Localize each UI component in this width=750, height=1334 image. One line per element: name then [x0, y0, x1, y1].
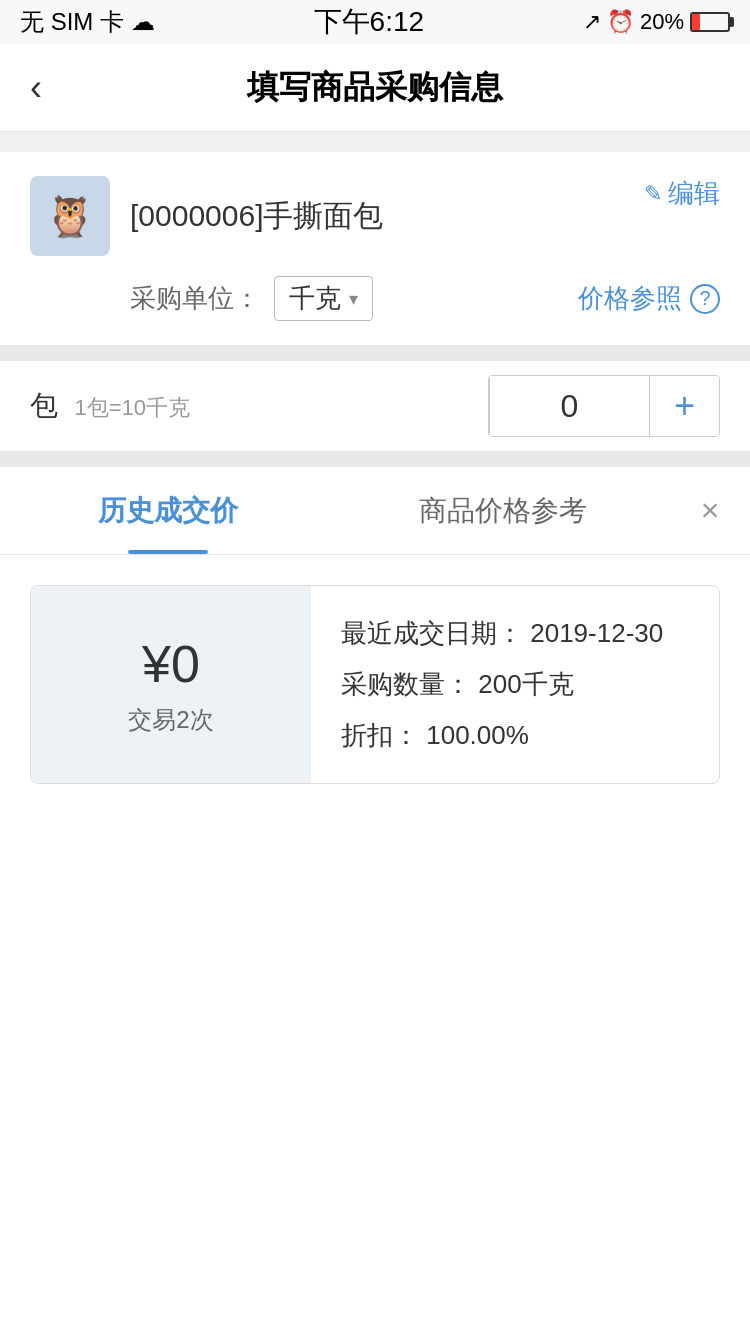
content-fill — [0, 814, 750, 1334]
divider-1 — [0, 345, 750, 361]
sim-label: 无 SIM 卡 ☁ — [20, 6, 155, 38]
product-unit-row: 采购单位： 千克 ▾ 价格参照 ? — [30, 276, 720, 321]
transaction-card: ¥0 交易2次 最近成交日期： 2019-12-30 采购数量： 200千克 折… — [30, 585, 720, 784]
battery-icon — [690, 12, 730, 32]
discount-value: 100.00% — [426, 720, 529, 750]
purchase-qty-value: 200千克 — [478, 669, 573, 699]
transaction-details: 最近成交日期： 2019-12-30 采购数量： 200千克 折扣： 100.0… — [311, 586, 719, 783]
unit-label: 采购单位： — [130, 283, 260, 313]
divider-2 — [0, 451, 750, 467]
product-logo-icon: 🦉 — [45, 193, 95, 240]
back-button[interactable]: ‹ — [30, 67, 62, 109]
unit-select[interactable]: 千克 ▾ — [274, 276, 373, 321]
purchase-qty-label: 采购数量： — [341, 669, 471, 699]
status-bar: 无 SIM 卡 ☁ 下午6:12 ↗ ⏰ 20% — [0, 0, 750, 44]
product-left: 🦉 [0000006]手撕面包 — [30, 176, 383, 256]
tab-history-price[interactable]: 历史成交价 — [0, 467, 335, 554]
unit-section: 采购单位： 千克 ▾ — [130, 276, 373, 321]
quantity-input[interactable] — [489, 376, 649, 436]
price-ref-label: 价格参照 — [578, 281, 682, 316]
tab-close-button[interactable]: × — [670, 467, 750, 555]
transaction-count: 交易2次 — [128, 704, 213, 736]
price-ref-button[interactable]: 价格参照 ? — [578, 281, 720, 316]
unit-conversion: 1包=10千克 — [74, 395, 190, 420]
status-left: 无 SIM 卡 ☁ — [20, 6, 155, 38]
quantity-row: 包 1包=10千克 + — [0, 361, 750, 451]
unit-dropdown-icon: ▾ — [349, 288, 358, 310]
location-icon: ↗ — [583, 9, 601, 35]
product-thumbnail: 🦉 — [30, 176, 110, 256]
transaction-price: ¥0 — [142, 634, 200, 694]
tab-price-ref[interactable]: 商品价格参考 — [335, 467, 670, 554]
recent-date-row: 最近成交日期： 2019-12-30 — [341, 616, 689, 651]
price-ref-help-icon: ? — [690, 284, 720, 314]
unit-display: 包 — [30, 390, 58, 421]
tab-active-indicator — [128, 550, 208, 554]
quantity-plus-button[interactable]: + — [649, 376, 719, 436]
recent-date-label: 最近成交日期： — [341, 618, 523, 648]
alarm-icon: ⏰ — [607, 9, 634, 35]
transaction-section: ¥0 交易2次 最近成交日期： 2019-12-30 采购数量： 200千克 折… — [0, 555, 750, 814]
transaction-summary: ¥0 交易2次 — [31, 586, 311, 783]
page-title: 填写商品采购信息 — [247, 66, 503, 110]
quantity-control: + — [488, 375, 720, 437]
battery-percent: 20% — [640, 9, 684, 35]
tab-price-ref-label: 商品价格参考 — [419, 492, 587, 530]
nav-bar: ‹ 填写商品采购信息 — [0, 44, 750, 132]
product-card: 🦉 [0000006]手撕面包 ✎ 编辑 采购单位： 千克 ▾ 价格参照 ? — [0, 152, 750, 345]
unit-value: 千克 — [289, 281, 341, 316]
product-name: [0000006]手撕面包 — [130, 196, 383, 237]
product-header: 🦉 [0000006]手撕面包 ✎ 编辑 — [30, 176, 720, 256]
purchase-qty-row: 采购数量： 200千克 — [341, 667, 689, 702]
discount-label: 折扣： — [341, 720, 419, 750]
edit-label: 编辑 — [668, 176, 720, 211]
qty-label-section: 包 1包=10千克 — [30, 387, 190, 425]
edit-icon: ✎ — [644, 181, 662, 207]
tab-bar: 历史成交价 商品价格参考 × — [0, 467, 750, 555]
status-right: ↗ ⏰ 20% — [583, 9, 730, 35]
status-time: 下午6:12 — [314, 3, 425, 41]
tab-history-label: 历史成交价 — [98, 492, 238, 530]
discount-row: 折扣： 100.00% — [341, 718, 689, 753]
edit-button[interactable]: ✎ 编辑 — [644, 176, 720, 211]
recent-date-value: 2019-12-30 — [530, 618, 663, 648]
